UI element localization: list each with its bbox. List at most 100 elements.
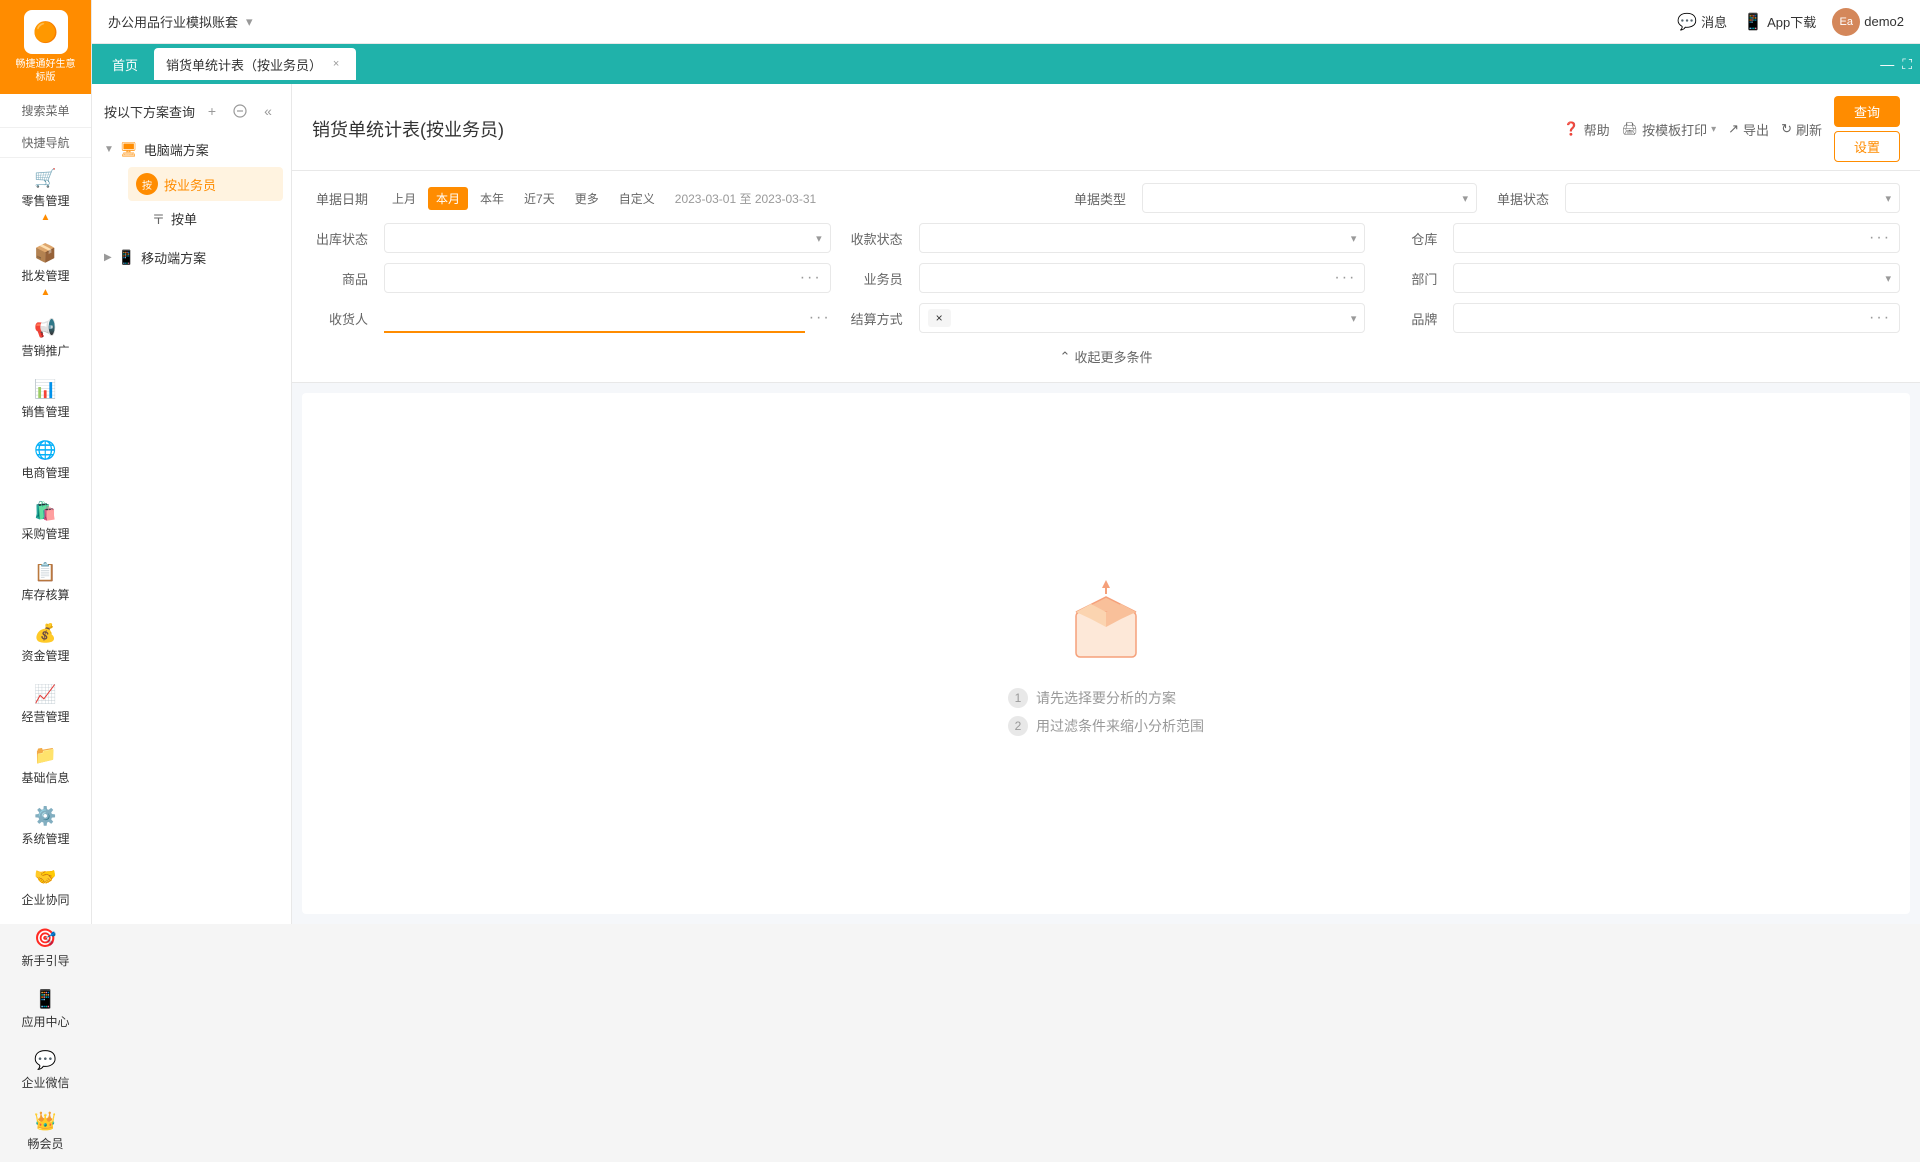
- tree-mobile-arrow: ▶: [104, 252, 112, 263]
- filter-row-1: 单据日期 上月 本月 本年 近7天 更多 自定义 2023-03-01 至 20…: [312, 183, 1900, 213]
- sidebar-item-ecommerce[interactable]: 🌐 电商管理: [0, 430, 91, 491]
- sidebar-search[interactable]: 搜索菜单: [0, 94, 91, 128]
- tab-minimize-btn[interactable]: —: [1880, 56, 1894, 72]
- tree-pc-header[interactable]: ▼ 🖥 电脑端方案: [92, 134, 291, 165]
- doc-type-control: ▾: [1142, 183, 1477, 213]
- staff-select[interactable]: ···: [919, 263, 1366, 293]
- tree-item-by-order[interactable]: 〒 按单: [140, 203, 291, 234]
- help-icon: ❓: [1563, 121, 1579, 137]
- tab-maximize-btn[interactable]: ⛶: [1902, 56, 1912, 73]
- sidebar-item-member[interactable]: 👑 畅会员: [0, 1101, 91, 1162]
- empty-tip-2: 2 用过滤条件来缩小分析范围: [1008, 716, 1204, 736]
- retail-arrow: ▲: [41, 212, 51, 223]
- sidebar-item-sales[interactable]: 📊 销售管理: [0, 369, 91, 430]
- tab-close-btn[interactable]: ×: [328, 56, 344, 72]
- sidebar-quick-nav[interactable]: 快捷导航: [0, 128, 91, 158]
- sidebar-item-marketing[interactable]: 📢 营销推广: [0, 308, 91, 369]
- dept-select[interactable]: ▾: [1453, 263, 1900, 293]
- goods-label: 商品: [312, 269, 368, 288]
- message-btn[interactable]: 💬 消息: [1677, 12, 1727, 32]
- collapse-panel-btn[interactable]: «: [257, 100, 279, 122]
- warehouse-select[interactable]: ···: [1453, 223, 1900, 253]
- goods-dots: ···: [800, 269, 822, 287]
- brand-select[interactable]: ···: [1453, 303, 1900, 333]
- sidebar-item-enterprise[interactable]: 🤝 企业协同: [0, 857, 91, 918]
- receive-status-arrow: ▾: [1351, 232, 1357, 245]
- retail-icon: 🛒: [34, 168, 56, 189]
- app-download-btn[interactable]: 📱 App下载: [1743, 12, 1816, 32]
- sidebar-item-wechat[interactable]: 💬 企业微信: [0, 1040, 91, 1101]
- add-scheme-btn[interactable]: +: [201, 100, 223, 122]
- sidebar-item-label: 采购管理: [21, 525, 69, 542]
- doc-status-select[interactable]: ▾: [1565, 183, 1900, 213]
- settle-select[interactable]: × ▾: [919, 303, 1366, 333]
- logo-text: 畅捷通好生意 标版: [16, 58, 76, 84]
- consignee-input[interactable]: [384, 303, 805, 333]
- consignee-control: ···: [384, 303, 831, 333]
- date-filter-control: 上月 本月 本年 近7天 更多 自定义 2023-03-01 至 2023-03…: [384, 187, 1054, 210]
- brand-label: 品牌: [1381, 309, 1437, 328]
- sales-icon: 📊: [34, 379, 56, 400]
- user-profile-btn[interactable]: Ea demo2: [1832, 8, 1904, 36]
- finance-icon: 💰: [34, 623, 56, 644]
- main-area: 办公用品行业模拟账套 ▾ 💬 消息 📱 App下载 Ea demo2 首页 销货…: [92, 0, 1920, 924]
- help-btn[interactable]: ❓ 帮助: [1563, 120, 1609, 139]
- system-icon: ⚙️: [34, 806, 56, 827]
- sidebar-logo: 🟠 畅捷通好生意 标版: [0, 0, 91, 94]
- doc-type-label: 单据类型: [1070, 189, 1126, 208]
- page-title: 销货单统计表(按业务员): [312, 116, 504, 142]
- help-label: 帮助: [1584, 120, 1610, 139]
- date-tab-custom[interactable]: 自定义: [611, 187, 663, 210]
- sidebar-item-system[interactable]: ⚙️ 系统管理: [0, 796, 91, 857]
- query-button[interactable]: 查询: [1834, 96, 1900, 127]
- filter-row-4: 收货人 ··· 结算方式 × ▾ 品牌: [312, 303, 1900, 333]
- date-tab-more[interactable]: 更多: [567, 187, 607, 210]
- sidebar-item-appstore[interactable]: 📱 应用中心: [0, 979, 91, 1040]
- sidebar-item-operations[interactable]: 📈 经营管理: [0, 674, 91, 735]
- topbar-dropdown-icon[interactable]: ▾: [246, 14, 253, 30]
- sidebar-item-inventory[interactable]: 📋 库存核算: [0, 552, 91, 613]
- receive-status-select[interactable]: ▾: [919, 223, 1366, 253]
- sidebar-item-newbie[interactable]: 🎯 新手引导: [0, 918, 91, 979]
- refresh-btn[interactable]: ↻ 刷新: [1781, 120, 1822, 139]
- sidebar-item-purchase[interactable]: 🛍️ 采购管理: [0, 491, 91, 552]
- sidebar-item-wholesale[interactable]: 📦 批发管理 ▲: [0, 233, 91, 308]
- date-tab-last-month[interactable]: 上月: [384, 187, 424, 210]
- sidebar-item-label: 系统管理: [21, 830, 69, 847]
- date-tab-this-month[interactable]: 本月: [428, 187, 468, 210]
- sidebar-item-basic[interactable]: 📁 基础信息: [0, 735, 91, 796]
- edit-scheme-btn[interactable]: [229, 100, 251, 122]
- sidebar-item-retail[interactable]: 🛒 零售管理 ▲: [0, 158, 91, 233]
- user-name: demo2: [1864, 14, 1904, 29]
- date-tab-this-year[interactable]: 本年: [472, 187, 512, 210]
- ecommerce-icon: 🌐: [34, 440, 56, 461]
- goods-select[interactable]: ···: [384, 263, 831, 293]
- collapse-button[interactable]: ⌃ 收起更多条件: [1048, 343, 1165, 370]
- empty-tip-1: 1 请先选择要分析的方案: [1008, 688, 1204, 708]
- settle-tag-close[interactable]: ×: [936, 311, 943, 325]
- tab-home[interactable]: 首页: [100, 48, 150, 80]
- sidebar-item-label: 零售管理: [21, 192, 69, 209]
- right-content: 销货单统计表(按业务员) ❓ 帮助 🖨 按模板打印 ▾ ↗ 导出: [292, 84, 1920, 924]
- marketing-icon: 📢: [34, 318, 56, 339]
- doc-type-select[interactable]: ▾: [1142, 183, 1477, 213]
- export-btn[interactable]: ↗ 导出: [1728, 120, 1769, 139]
- settings-button[interactable]: 设置: [1834, 131, 1900, 162]
- print-btn[interactable]: 🖨 按模板打印 ▾: [1622, 120, 1717, 139]
- sidebar-item-finance[interactable]: 💰 资金管理: [0, 613, 91, 674]
- tab-sales-stat[interactable]: 销货单统计表（按业务员） ×: [154, 48, 356, 80]
- goods-control: ···: [384, 263, 831, 293]
- tree-mobile-header[interactable]: ▶ 📱 移动端方案: [92, 242, 291, 273]
- dept-arrow: ▾: [1885, 272, 1891, 285]
- brand-dots: ···: [1869, 309, 1891, 327]
- filter-row-2: 出库状态 ▾ 收款状态 ▾ 仓库: [312, 223, 1900, 253]
- out-status-select[interactable]: ▾: [384, 223, 831, 253]
- tree-item-by-staff[interactable]: 按 按业务员: [128, 167, 283, 201]
- sidebar-item-label: 批发管理: [21, 267, 69, 284]
- tab-expand-controls: — ⛶: [1880, 56, 1912, 73]
- consignee-label: 收货人: [312, 309, 368, 328]
- date-tab-last-7[interactable]: 近7天: [516, 187, 563, 210]
- doc-status-control: ▾: [1565, 183, 1900, 213]
- sidebar-item-label: 企业协同: [21, 891, 69, 908]
- member-icon: 👑: [34, 1111, 56, 1132]
